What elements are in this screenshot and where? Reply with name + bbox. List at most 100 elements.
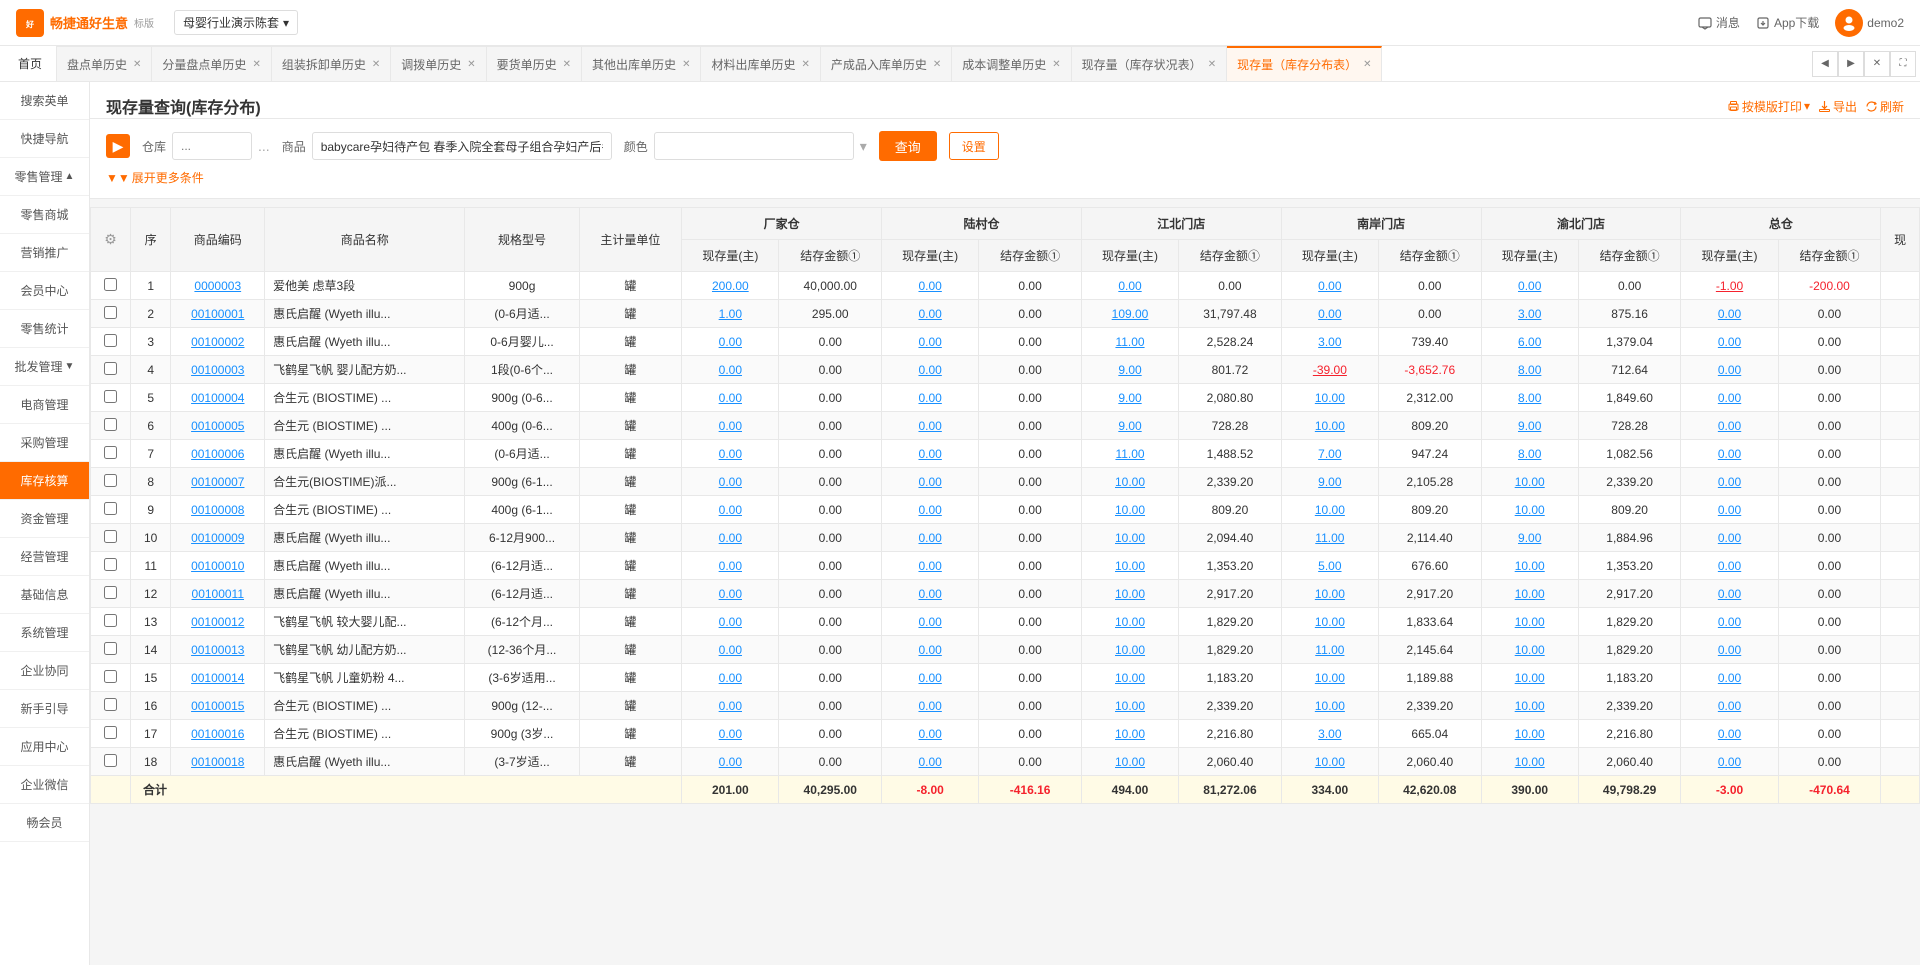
- row-jiangbei-qty[interactable]: 9.00: [1081, 412, 1178, 440]
- row-lucun-qty[interactable]: 0.00: [882, 664, 979, 692]
- row-jiangbei-qty[interactable]: 10.00: [1081, 664, 1178, 692]
- row-changjiaCun-qty[interactable]: 0.00: [682, 692, 779, 720]
- tab-pandan[interactable]: 盘点单历史 ✕: [57, 46, 152, 82]
- row-changjiaCun-qty[interactable]: 0.00: [682, 440, 779, 468]
- row-yubei-qty[interactable]: 9.00: [1481, 412, 1578, 440]
- tab-home[interactable]: 首页: [4, 46, 57, 82]
- tab-close-all-btn[interactable]: ✕: [1864, 51, 1890, 77]
- row-zongcang-qty[interactable]: 0.00: [1681, 468, 1778, 496]
- row-zongcang-qty[interactable]: 0.00: [1681, 384, 1778, 412]
- sidebar-item-finance[interactable]: 资金管理: [0, 500, 89, 538]
- row-code[interactable]: 00100003: [171, 356, 265, 384]
- row-code[interactable]: 00100005: [171, 412, 265, 440]
- row-checkbox[interactable]: [91, 300, 131, 328]
- row-zongcang-qty[interactable]: 0.00: [1681, 664, 1778, 692]
- row-jiangbei-qty[interactable]: 10.00: [1081, 720, 1178, 748]
- sidebar-item-guide[interactable]: 新手引导: [0, 690, 89, 728]
- row-changjiaCun-qty[interactable]: 0.00: [682, 412, 779, 440]
- row-code[interactable]: 00100018: [171, 748, 265, 776]
- row-code[interactable]: 00100010: [171, 552, 265, 580]
- tab-close-icon[interactable]: ✕: [133, 59, 141, 70]
- row-code[interactable]: 00100013: [171, 636, 265, 664]
- row-lucun-qty[interactable]: 0.00: [882, 748, 979, 776]
- row-yubei-qty[interactable]: 8.00: [1481, 440, 1578, 468]
- row-lucun-qty[interactable]: 0.00: [882, 552, 979, 580]
- row-nanan-qty[interactable]: 10.00: [1281, 496, 1378, 524]
- tab-close-icon[interactable]: ✕: [1363, 59, 1371, 70]
- row-yubei-qty[interactable]: 10.00: [1481, 496, 1578, 524]
- row-jiangbei-qty[interactable]: 10.00: [1081, 636, 1178, 664]
- row-checkbox[interactable]: [91, 692, 131, 720]
- row-lucun-qty[interactable]: 0.00: [882, 328, 979, 356]
- row-lucun-qty[interactable]: 0.00: [882, 412, 979, 440]
- row-changjiaCun-qty[interactable]: 0.00: [682, 748, 779, 776]
- row-jiangbei-qty[interactable]: 10.00: [1081, 496, 1178, 524]
- row-yubei-qty[interactable]: 10.00: [1481, 692, 1578, 720]
- row-zongcang-qty[interactable]: 0.00: [1681, 692, 1778, 720]
- row-jiangbei-qty[interactable]: 9.00: [1081, 384, 1178, 412]
- tab-cbtz[interactable]: 成本调整单历史 ✕: [952, 46, 1071, 82]
- row-nanan-qty[interactable]: 9.00: [1281, 468, 1378, 496]
- row-changjiaCun-qty[interactable]: 0.00: [682, 496, 779, 524]
- row-zongcang-qty[interactable]: 0.00: [1681, 720, 1778, 748]
- sidebar-item-collab[interactable]: 企业协同: [0, 652, 89, 690]
- row-code[interactable]: 00100006: [171, 440, 265, 468]
- row-jiangbei-qty[interactable]: 11.00: [1081, 328, 1178, 356]
- row-changjiaCun-qty[interactable]: 0.00: [682, 552, 779, 580]
- row-lucun-qty[interactable]: 0.00: [882, 636, 979, 664]
- tab-close-icon[interactable]: ✕: [1052, 59, 1060, 70]
- row-lucun-qty[interactable]: 0.00: [882, 524, 979, 552]
- setting-btn[interactable]: 设置: [949, 132, 999, 160]
- row-changjiaCun-qty[interactable]: 0.00: [682, 720, 779, 748]
- row-changjiaCun-qty[interactable]: 200.00: [682, 272, 779, 300]
- row-zongcang-qty[interactable]: 0.00: [1681, 524, 1778, 552]
- expand-conditions-btn[interactable]: ▼▼ 展开更多条件: [106, 169, 204, 186]
- export-btn[interactable]: 导出: [1818, 98, 1857, 115]
- row-nanan-qty[interactable]: 10.00: [1281, 664, 1378, 692]
- row-yubei-qty[interactable]: 10.00: [1481, 636, 1578, 664]
- row-changjiaCun-qty[interactable]: 0.00: [682, 468, 779, 496]
- sidebar-item-operations[interactable]: 经营管理: [0, 538, 89, 576]
- color-input[interactable]: [654, 132, 854, 160]
- row-changjiaCun-qty[interactable]: 0.00: [682, 524, 779, 552]
- row-nanan-qty[interactable]: 10.00: [1281, 748, 1378, 776]
- row-jiangbei-qty[interactable]: 10.00: [1081, 524, 1178, 552]
- row-yubei-qty[interactable]: 10.00: [1481, 720, 1578, 748]
- sidebar-item-retail-stats[interactable]: 零售统计: [0, 310, 89, 348]
- row-code[interactable]: 00100004: [171, 384, 265, 412]
- row-code[interactable]: 00100015: [171, 692, 265, 720]
- tab-prev-btn[interactable]: ◀: [1812, 51, 1838, 77]
- row-checkbox[interactable]: [91, 580, 131, 608]
- row-code[interactable]: 00100008: [171, 496, 265, 524]
- row-lucun-qty[interactable]: 0.00: [882, 580, 979, 608]
- filter-toggle-btn[interactable]: ▶: [106, 134, 130, 158]
- row-code[interactable]: 00100011: [171, 580, 265, 608]
- row-lucun-qty[interactable]: 0.00: [882, 608, 979, 636]
- row-checkbox[interactable]: [91, 664, 131, 692]
- row-changjiaCun-qty[interactable]: 0.00: [682, 580, 779, 608]
- sidebar-item-marketing[interactable]: 营销推广: [0, 234, 89, 272]
- row-yubei-qty[interactable]: 9.00: [1481, 524, 1578, 552]
- settings-icon[interactable]: ⚙: [104, 231, 117, 247]
- sidebar-item-wholesale[interactable]: 批发管理▼: [0, 348, 89, 386]
- row-lucun-qty[interactable]: 0.00: [882, 356, 979, 384]
- row-jiangbei-qty[interactable]: 10.00: [1081, 468, 1178, 496]
- row-zongcang-qty[interactable]: 0.00: [1681, 580, 1778, 608]
- tab-close-icon[interactable]: ✕: [372, 59, 380, 70]
- print-btn[interactable]: 按模版打印 ▾: [1727, 98, 1810, 115]
- row-jiangbei-qty[interactable]: 0.00: [1081, 272, 1178, 300]
- row-checkbox[interactable]: [91, 636, 131, 664]
- row-checkbox[interactable]: [91, 356, 131, 384]
- tab-expand-btn[interactable]: ⛶: [1890, 51, 1916, 77]
- tab-ccruku[interactable]: 产成品入库单历史 ✕: [821, 46, 952, 82]
- row-nanan-qty[interactable]: 5.00: [1281, 552, 1378, 580]
- search-btn[interactable]: 查询: [879, 131, 937, 161]
- row-yubei-qty[interactable]: 10.00: [1481, 748, 1578, 776]
- row-nanan-qty[interactable]: 3.00: [1281, 720, 1378, 748]
- tab-close-icon[interactable]: ✕: [933, 59, 941, 70]
- row-jiangbei-qty[interactable]: 10.00: [1081, 608, 1178, 636]
- sidebar-item-appcenter[interactable]: 应用中心: [0, 728, 89, 766]
- row-lucun-qty[interactable]: 0.00: [882, 300, 979, 328]
- row-code[interactable]: 0000003: [171, 272, 265, 300]
- row-yubei-qty[interactable]: 8.00: [1481, 356, 1578, 384]
